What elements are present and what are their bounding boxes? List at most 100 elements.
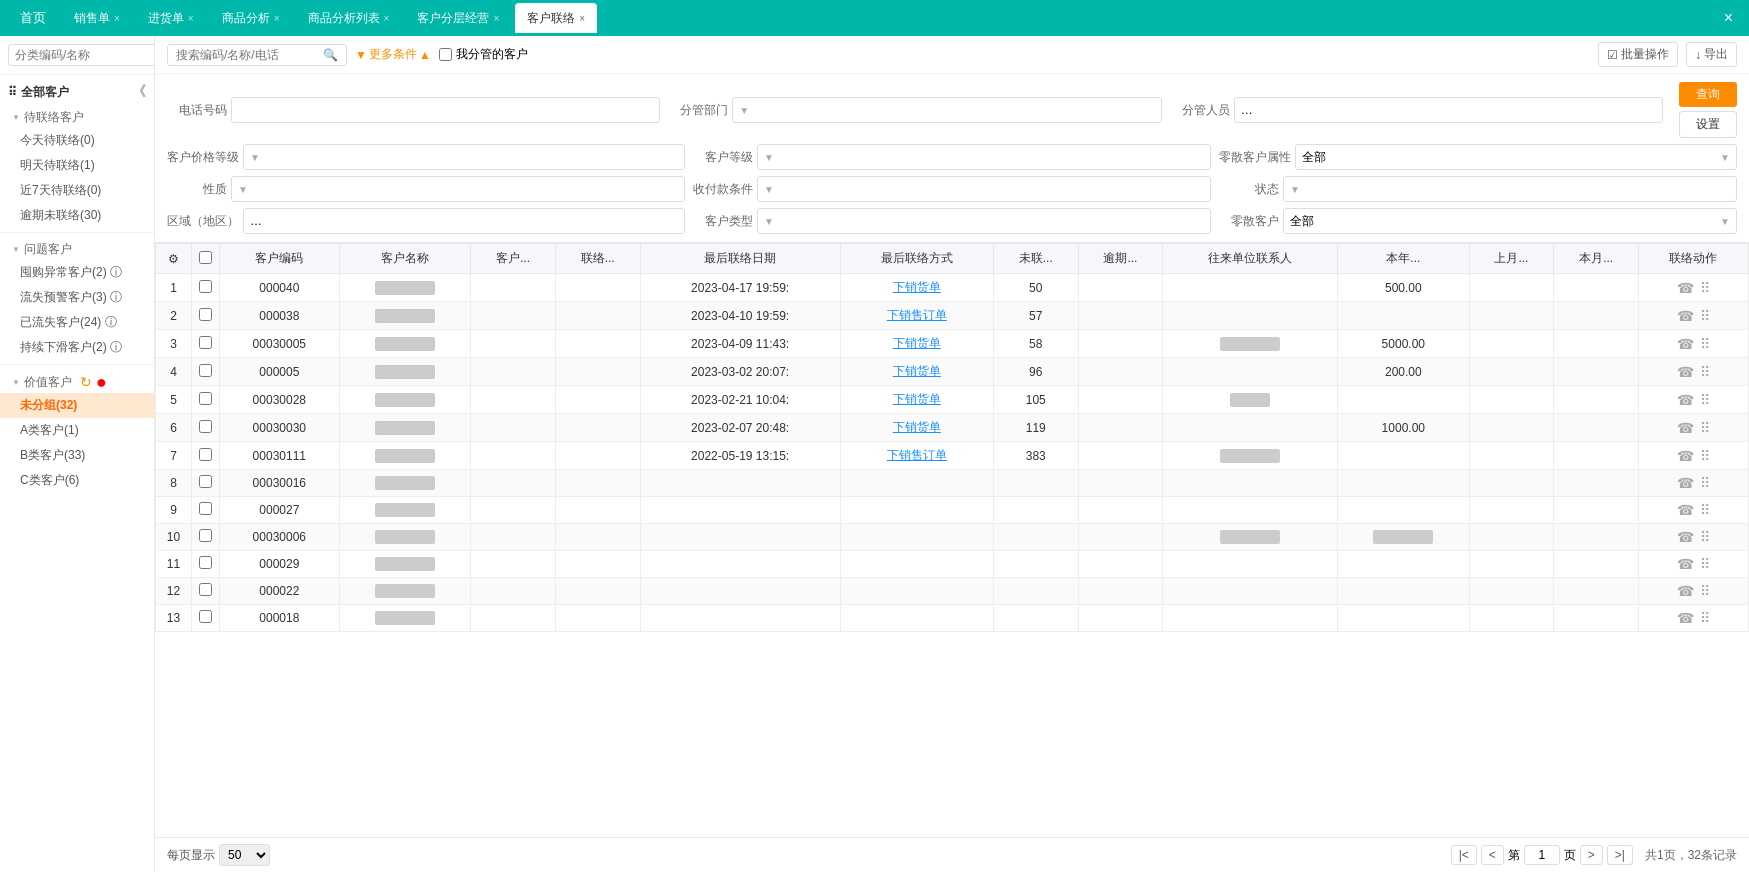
phone-icon[interactable]: ☎	[1677, 308, 1694, 324]
status-input[interactable]: ▼	[1283, 176, 1737, 202]
close-icon[interactable]: ×	[493, 13, 499, 24]
last-contact-method[interactable]	[840, 578, 993, 605]
last-page-button[interactable]: >|	[1607, 845, 1633, 865]
grid-icon[interactable]: ⠿	[1700, 420, 1710, 436]
last-contact-method[interactable]: 下销货单	[840, 330, 993, 358]
sidebar-item-declining[interactable]: 持续下滑客户(2) ⓘ	[0, 335, 154, 360]
search-icon[interactable]: 🔍	[323, 48, 338, 62]
close-icon[interactable]: ×	[114, 13, 120, 24]
my-customers-checkbox-area[interactable]: 我分管的客户	[439, 46, 528, 63]
phone-icon[interactable]: ☎	[1677, 556, 1694, 572]
per-page-select[interactable]: 50 100 200	[219, 844, 270, 866]
row-checkbox[interactable]	[199, 420, 212, 433]
nav-home[interactable]: 首页	[8, 5, 58, 31]
export-button[interactable]: ↓ 导出	[1686, 42, 1737, 67]
last-contact-method[interactable]: 下销货单	[840, 274, 993, 302]
grid-icon[interactable]: ⠿	[1700, 529, 1710, 545]
customer-name[interactable]: 请	[339, 302, 471, 330]
row-checkbox[interactable]	[199, 392, 212, 405]
phone-icon[interactable]: ☎	[1677, 448, 1694, 464]
next-page-button[interactable]: >	[1580, 845, 1603, 865]
phone-icon[interactable]: ☎	[1677, 336, 1694, 352]
row-checkbox[interactable]	[199, 556, 212, 569]
phone-icon[interactable]: ☎	[1677, 475, 1694, 491]
customer-level-input[interactable]: ▼	[757, 144, 1211, 170]
row-checkbox[interactable]	[199, 475, 212, 488]
sidebar-item-today[interactable]: 今天待联络(0)	[0, 128, 154, 153]
row-checkbox[interactable]	[199, 610, 212, 623]
query-button[interactable]: 查询	[1679, 82, 1737, 107]
phone-icon[interactable]: ☎	[1677, 420, 1694, 436]
grid-icon[interactable]: ⠿	[1700, 475, 1710, 491]
phone-icon[interactable]: ☎	[1677, 610, 1694, 626]
grid-icon[interactable]: ⠿	[1700, 583, 1710, 599]
customer-name[interactable]: 近	[339, 442, 471, 470]
sidebar-group-value[interactable]: ▼ 价值客户 ↻ ●	[0, 369, 154, 393]
all-customers-header[interactable]: ⠿ 全部客户 《	[0, 75, 154, 105]
nature-input[interactable]: ▼	[231, 176, 685, 202]
grid-icon[interactable]: ⠿	[1700, 308, 1710, 324]
reset-button[interactable]: 设置	[1679, 111, 1737, 138]
grid-icon[interactable]: ⠿	[1700, 364, 1710, 380]
customer-name[interactable]: ■■■■	[339, 605, 471, 632]
last-contact-method[interactable]: 下销售订单	[840, 442, 993, 470]
area-input[interactable]: …	[243, 208, 685, 234]
more-conditions-btn[interactable]: ▼ 更多条件 ▲	[355, 46, 431, 63]
grid-icon[interactable]: ⠿	[1700, 392, 1710, 408]
phone-icon[interactable]: ☎	[1677, 529, 1694, 545]
nav-tab-product-analysis[interactable]: 商品分析 ×	[210, 3, 292, 33]
sidebar-item-churned[interactable]: 已流失客户(24) ⓘ	[0, 310, 154, 335]
row-checkbox[interactable]	[199, 583, 212, 596]
grid-icon[interactable]: ⠿	[1700, 556, 1710, 572]
phone-icon[interactable]: ☎	[1677, 364, 1694, 380]
row-checkbox[interactable]	[199, 280, 212, 293]
my-customers-checkbox[interactable]	[439, 48, 452, 61]
person-input[interactable]: …	[1234, 97, 1663, 123]
customer-type-input[interactable]: ▼	[757, 208, 1211, 234]
retail-customer-input[interactable]: 全部 ▼	[1283, 208, 1737, 234]
sidebar-item-hoard-abnormal[interactable]: 囤购异常客户(2) ⓘ	[0, 260, 154, 285]
row-checkbox[interactable]	[199, 502, 212, 515]
row-checkbox[interactable]	[199, 529, 212, 542]
close-all-icon[interactable]: ×	[1716, 5, 1741, 31]
close-icon[interactable]: ×	[384, 13, 390, 24]
customer-name[interactable]: 淡	[339, 578, 471, 605]
nav-tab-customer-contact[interactable]: 客户联络 ×	[515, 3, 597, 33]
col-settings[interactable]: ⚙	[156, 244, 192, 274]
grid-icon[interactable]: ⠿	[1700, 336, 1710, 352]
phone-icon[interactable]: ☎	[1677, 502, 1694, 518]
customer-name[interactable]: ■■■■	[339, 524, 471, 551]
last-contact-method[interactable]: 下销售订单	[840, 302, 993, 330]
prev-page-button[interactable]: <	[1481, 845, 1504, 865]
customer-name[interactable]: 扶	[339, 551, 471, 578]
sidebar-item-ungroup[interactable]: 未分组(32)	[0, 393, 154, 418]
grid-icon[interactable]: ⠿	[1700, 448, 1710, 464]
close-icon[interactable]: ×	[579, 13, 585, 24]
nav-tab-product-list[interactable]: 商品分析列表 ×	[296, 3, 402, 33]
last-contact-method[interactable]: 下销货单	[840, 414, 993, 442]
sidebar-item-7days[interactable]: 近7天待联络(0)	[0, 178, 154, 203]
sidebar-item-a-class[interactable]: A类客户(1)	[0, 418, 154, 443]
customer-name[interactable]: ■■■■	[339, 470, 471, 497]
select-all-checkbox[interactable]	[199, 251, 212, 264]
grid-icon[interactable]: ⠿	[1700, 280, 1710, 296]
col-checkbox[interactable]	[192, 244, 220, 274]
last-contact-method[interactable]	[840, 605, 993, 632]
row-checkbox[interactable]	[199, 308, 212, 321]
close-icon[interactable]: ×	[274, 13, 280, 24]
sidebar-item-churn-warning[interactable]: 流失预警客户(3) ⓘ	[0, 285, 154, 310]
customer-name[interactable]: ■■■■	[339, 414, 471, 442]
customer-name[interactable]: 公	[339, 497, 471, 524]
last-contact-method[interactable]	[840, 551, 993, 578]
customer-name[interactable]: ■■■■	[339, 358, 471, 386]
grid-icon[interactable]: ⠿	[1700, 502, 1710, 518]
retail-attr-input[interactable]: 全部 ▼	[1295, 144, 1737, 170]
sidebar-item-b-class[interactable]: B类客户(33)	[0, 443, 154, 468]
batch-operation-button[interactable]: ☑ 批量操作	[1598, 42, 1678, 67]
phone-icon[interactable]: ☎	[1677, 280, 1694, 296]
price-level-input[interactable]: ▼	[243, 144, 685, 170]
nav-tab-purchase[interactable]: 进货单 ×	[136, 3, 206, 33]
last-contact-method[interactable]	[840, 470, 993, 497]
search-input[interactable]	[176, 48, 319, 62]
sidebar-item-overdue[interactable]: 逾期未联络(30)	[0, 203, 154, 228]
